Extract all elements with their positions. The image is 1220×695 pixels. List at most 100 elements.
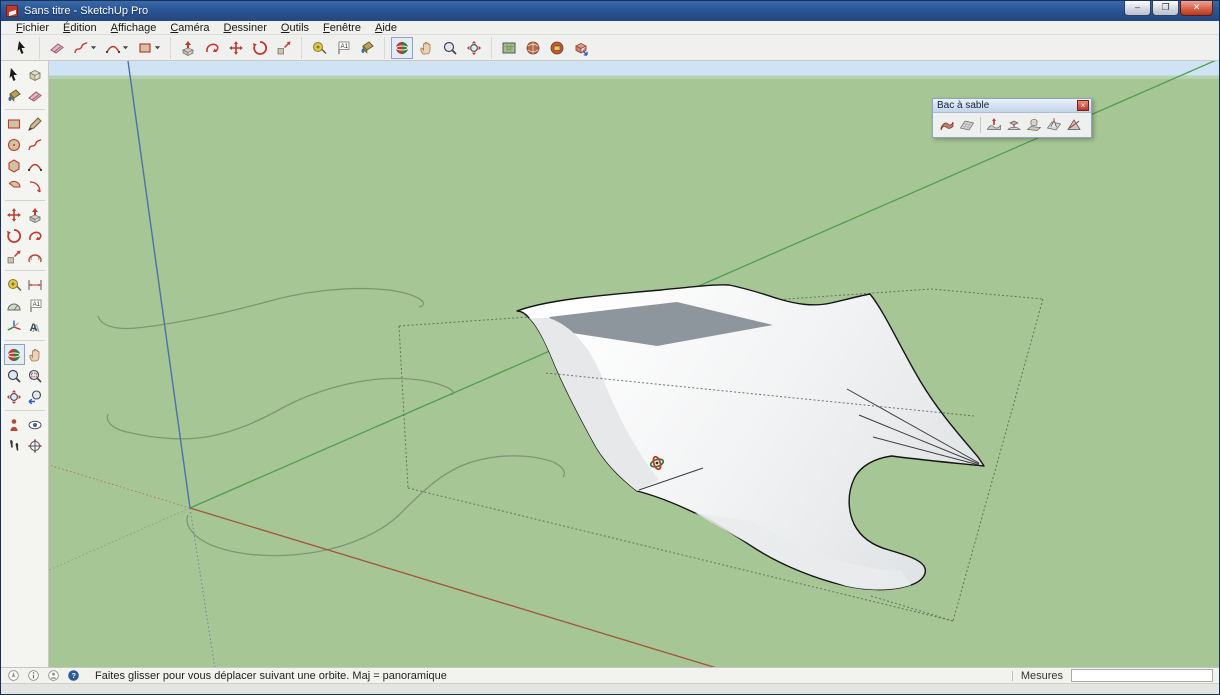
main-toolbar: A1	[1, 35, 1219, 61]
palette-zoom-button[interactable]	[4, 365, 25, 386]
chevron-down-icon[interactable]	[90, 44, 97, 51]
sandbox-from-scratch-button[interactable]	[957, 116, 977, 134]
palette-eraser-button[interactable]	[25, 85, 46, 106]
select-button[interactable]	[11, 37, 33, 59]
palette-rotate-button[interactable]	[4, 225, 25, 246]
toolbar-group	[5, 36, 40, 59]
menu-edition[interactable]: Édition	[56, 21, 104, 35]
palette-arc-2-button[interactable]	[25, 176, 46, 197]
sign-in-icon[interactable]	[47, 669, 61, 683]
palette-arc-button[interactable]	[25, 155, 46, 176]
palette-dimension-button[interactable]	[25, 274, 46, 295]
menu-aide[interactable]: Aide	[368, 21, 404, 35]
toolbar-group	[171, 36, 302, 59]
palette-make-component-button[interactable]	[25, 64, 46, 85]
palette-separator	[4, 270, 45, 271]
palette-rectangle-button[interactable]	[4, 113, 25, 134]
palette-walk-button[interactable]	[4, 435, 25, 456]
menu-fichier[interactable]: Fichier	[9, 21, 56, 35]
sandbox-separator	[980, 117, 981, 133]
sandbox-flip-edge-button[interactable]	[1064, 116, 1084, 134]
lines-button[interactable]	[70, 37, 100, 59]
sandbox-titlebar[interactable]: Bac à sable ×	[933, 99, 1091, 113]
palette-push-pull-button[interactable]	[25, 204, 46, 225]
zoom-button[interactable]	[439, 37, 461, 59]
photo-textures-button[interactable]	[546, 37, 568, 59]
eraser-button[interactable]	[46, 37, 68, 59]
sandbox-add-detail-button[interactable]	[1044, 116, 1064, 134]
toggle-terrain-button[interactable]	[522, 37, 544, 59]
rotate-button[interactable]	[249, 37, 271, 59]
measurements-input[interactable]	[1071, 669, 1213, 682]
toolbar-group	[40, 36, 171, 59]
sky	[49, 61, 1219, 76]
palette-offset-button[interactable]	[25, 246, 46, 267]
add-location-button[interactable]	[498, 37, 520, 59]
menu-dessiner[interactable]: Dessiner	[216, 21, 273, 35]
minimize-button[interactable]: –	[1124, 1, 1151, 16]
close-button[interactable]: ✕	[1180, 1, 1213, 16]
red-axis-negative	[49, 464, 191, 509]
push-pull-button[interactable]	[177, 37, 199, 59]
palette-scale-button[interactable]	[4, 246, 25, 267]
palette-follow-me-button[interactable]	[25, 225, 46, 246]
menu-outils[interactable]: Outils	[274, 21, 316, 35]
menu-fenetre[interactable]: Fenêtre	[316, 21, 368, 35]
title-bar[interactable]: Sans titre - SketchUp Pro – ❐ ✕	[1, 1, 1219, 21]
palette-orbit-button[interactable]	[3, 344, 25, 365]
palette-circle-button[interactable]	[4, 134, 25, 155]
sandbox-drape-button[interactable]	[1024, 116, 1044, 134]
palette-zoom-extents-button[interactable]	[4, 386, 25, 407]
chevron-down-icon[interactable]	[122, 44, 129, 51]
scale-button[interactable]	[273, 37, 295, 59]
palette-text-button[interactable]: A1	[25, 295, 46, 316]
palette-select-button[interactable]	[4, 64, 25, 85]
zoom-extents-button[interactable]	[463, 37, 485, 59]
pan-button[interactable]	[415, 37, 437, 59]
palette-paint-bucket-button[interactable]	[4, 85, 25, 106]
shapes-button[interactable]	[134, 37, 164, 59]
viewport-3d[interactable]: Bac à sable ×	[49, 61, 1219, 667]
paint-bucket-button[interactable]	[356, 37, 378, 59]
geolocation-icon[interactable]	[7, 669, 21, 683]
credits-icon[interactable]	[27, 669, 41, 683]
palette-axes-button[interactable]	[4, 316, 25, 337]
get-models-button[interactable]	[570, 37, 592, 59]
restore-button[interactable]: ❐	[1152, 1, 1179, 16]
palette-3d-text-button[interactable]: AA	[25, 316, 46, 337]
orbit-button[interactable]	[391, 36, 413, 59]
menu-camera[interactable]: Caméra	[163, 21, 216, 35]
palette-zoom-previous-button[interactable]	[25, 386, 46, 407]
move-button[interactable]	[225, 37, 247, 59]
chevron-down-icon[interactable]	[154, 44, 161, 51]
palette-look-around-button[interactable]	[25, 414, 46, 435]
palette-position-camera-button[interactable]	[4, 414, 25, 435]
palette-tape-measure-button[interactable]	[4, 274, 25, 295]
text-button[interactable]: A1	[332, 37, 354, 59]
tape-measure-button[interactable]	[308, 37, 330, 59]
terrain-surface[interactable]	[516, 284, 985, 591]
green-axis-negative	[49, 507, 191, 571]
sandbox-smoove-button[interactable]	[984, 116, 1004, 134]
status-hint: Faites glisser pour vous déplacer suivan…	[95, 669, 447, 682]
palette-pan-button[interactable]	[25, 344, 46, 365]
follow-me-button[interactable]	[201, 37, 223, 59]
palette-polygon-button[interactable]	[4, 155, 25, 176]
palette-line-button[interactable]	[25, 113, 46, 134]
menu-affichage[interactable]: Affichage	[104, 21, 164, 35]
sandbox-from-contours-button[interactable]	[937, 116, 957, 134]
toolbar-group: A1	[302, 36, 385, 59]
svg-text:?: ?	[72, 671, 77, 680]
sandbox-close-icon[interactable]: ×	[1077, 100, 1089, 111]
sandbox-toolbar: Bac à sable ×	[932, 98, 1092, 138]
palette-zoom-window-button[interactable]	[25, 365, 46, 386]
palette-pie-button[interactable]	[4, 176, 25, 197]
palette-protractor-button[interactable]	[4, 295, 25, 316]
help-icon[interactable]: ?	[67, 669, 81, 683]
arcs-button[interactable]	[102, 37, 132, 59]
sandbox-stamp-button[interactable]	[1004, 116, 1024, 134]
window-bottom-edge	[1, 683, 1219, 694]
palette-section-plane-button[interactable]	[25, 435, 46, 456]
palette-move-button[interactable]	[4, 204, 25, 225]
palette-freehand-button[interactable]	[25, 134, 46, 155]
